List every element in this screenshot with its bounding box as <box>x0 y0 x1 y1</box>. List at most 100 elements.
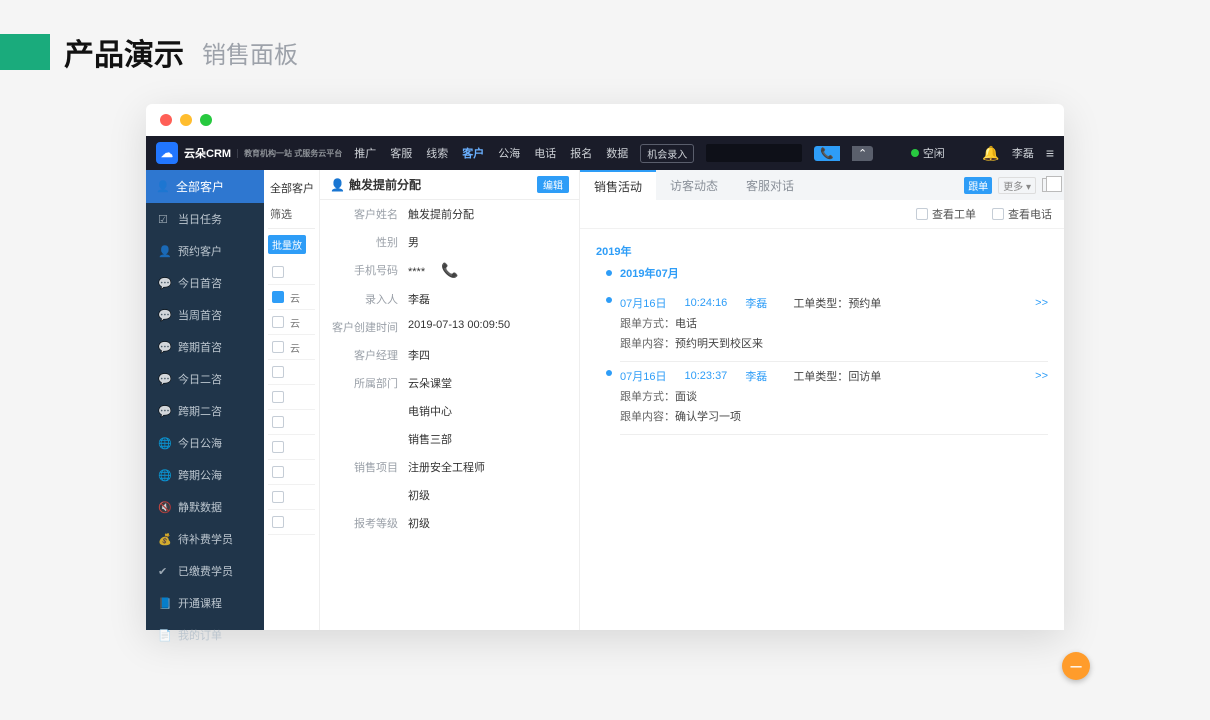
field-value: 李磊 <box>408 291 569 307</box>
nav-signup[interactable]: 报名 <box>570 145 592 161</box>
nav-data[interactable]: 数据 <box>606 145 628 161</box>
nav-leads[interactable]: 线索 <box>426 145 448 161</box>
list-row[interactable]: 云 <box>268 310 315 335</box>
list-row[interactable] <box>268 485 315 510</box>
activity-filters: 查看工单 查看电话 <box>580 200 1064 229</box>
list-row[interactable] <box>268 460 315 485</box>
bulk-release-button[interactable]: 批量放 <box>268 235 306 254</box>
list-cell: 云 <box>290 315 300 330</box>
chat-icon: 💬 <box>158 341 170 354</box>
sidebar-item-paid[interactable]: ✔已缴费学员 <box>146 555 264 587</box>
more-button[interactable]: 更多 ▾ <box>998 177 1036 194</box>
entry-date: 07月16日 <box>620 295 666 311</box>
nav-customers[interactable]: 客户 <box>462 145 484 161</box>
checkbox[interactable] <box>272 266 284 278</box>
sidebar-item-courses[interactable]: 📘开通课程 <box>146 587 264 619</box>
bell-icon[interactable]: 🔔 <box>982 145 999 162</box>
tab-visitor[interactable]: 访客动态 <box>656 170 732 200</box>
field-value: 注册安全工程师 <box>408 459 569 475</box>
checkbox[interactable] <box>272 341 284 353</box>
copy-icon[interactable] <box>1042 178 1056 192</box>
brand-subtitle: 教育机构一站 式服务云平台 <box>237 149 342 158</box>
activity-panel: 销售活动 访客动态 客服对话 跟单 更多 ▾ 查看工单 查看电话 2019年 2… <box>580 170 1064 630</box>
list-row[interactable] <box>268 410 315 435</box>
nav-public[interactable]: 公海 <box>498 145 520 161</box>
user-icon: 👤 <box>156 180 168 193</box>
field-value: 销售三部 <box>408 431 569 447</box>
checkbox[interactable] <box>272 441 284 453</box>
checkbox[interactable] <box>272 466 284 478</box>
list-header-row[interactable] <box>268 260 315 285</box>
brand-text: 云朵CRM <box>184 145 231 161</box>
field-label: 客户姓名 <box>330 206 408 222</box>
nav-service[interactable]: 客服 <box>390 145 412 161</box>
hangup-button[interactable]: ⌃ <box>852 146 873 161</box>
call-button[interactable]: 📞 <box>814 146 840 161</box>
minimize-icon[interactable] <box>180 114 192 126</box>
detail-header: 👤 触发提前分配 编辑 <box>320 170 579 200</box>
expand-icon[interactable]: >> <box>1035 370 1048 382</box>
expand-icon[interactable]: >> <box>1035 297 1048 309</box>
activity-tabs: 销售活动 访客动态 客服对话 跟单 更多 ▾ <box>580 170 1064 200</box>
checkbox[interactable] <box>272 291 284 303</box>
filter-view-call[interactable]: 查看电话 <box>992 206 1052 222</box>
sidebar-header[interactable]: 👤 全部客户 <box>146 170 264 203</box>
mute-icon: 🔇 <box>158 501 170 514</box>
tab-sales-activity[interactable]: 销售活动 <box>580 170 656 200</box>
follow-button[interactable]: 跟单 <box>964 177 992 194</box>
list-cell: 云 <box>290 290 300 305</box>
maximize-icon[interactable] <box>200 114 212 126</box>
customer-list-column: 全部客户 筛选 批量放 云 云 云 <box>264 170 320 630</box>
list-row[interactable] <box>268 360 315 385</box>
sidebar-item-cross-second[interactable]: 💬跨期二咨 <box>146 395 264 427</box>
list-row[interactable]: 云 <box>268 335 315 360</box>
search-input[interactable] <box>706 144 802 162</box>
call-icon[interactable]: 📞 <box>441 262 458 278</box>
list-row[interactable] <box>268 385 315 410</box>
checkbox[interactable] <box>272 416 284 428</box>
list-row[interactable] <box>268 435 315 460</box>
edit-button[interactable]: 编辑 <box>537 176 569 193</box>
sidebar-item-cross-public[interactable]: 🌐跨期公海 <box>146 459 264 491</box>
tab-service-chat[interactable]: 客服对话 <box>732 170 808 200</box>
checkbox[interactable] <box>916 208 928 220</box>
sidebar-item-label: 我的订单 <box>178 627 222 643</box>
field-label <box>330 487 408 503</box>
person-icon: 👤 <box>330 178 345 192</box>
list-filter[interactable]: 筛选 <box>268 200 315 229</box>
sidebar-item-week-first[interactable]: 💬当周首咨 <box>146 299 264 331</box>
sidebar-item-today-task[interactable]: ☑当日任务 <box>146 203 264 235</box>
sidebar-item-today-public[interactable]: 🌐今日公海 <box>146 427 264 459</box>
entry-type: 工单类型：回访单 <box>793 368 881 384</box>
checkbox[interactable] <box>272 366 284 378</box>
sidebar-item-label: 跨期首咨 <box>178 339 222 355</box>
nav-phone[interactable]: 电话 <box>534 145 556 161</box>
list-row[interactable] <box>268 510 315 535</box>
nav-promotion[interactable]: 推广 <box>354 145 376 161</box>
sidebar-item-pending-fee[interactable]: 💰待补费学员 <box>146 523 264 555</box>
fab-button[interactable]: – <box>1062 652 1090 680</box>
sidebar-item-silent[interactable]: 🔇静默数据 <box>146 491 264 523</box>
checkbox[interactable] <box>272 316 284 328</box>
sidebar-item-today-first[interactable]: 💬今日首咨 <box>146 267 264 299</box>
field-value: 李四 <box>408 347 569 363</box>
sidebar-item-orders[interactable]: 📄我的订单 <box>146 619 264 651</box>
menu-icon[interactable]: ≡ <box>1046 145 1054 161</box>
checkbox[interactable] <box>272 516 284 528</box>
entry-date: 07月16日 <box>620 368 666 384</box>
checkbox[interactable] <box>272 491 284 503</box>
list-row[interactable]: 云 <box>268 285 315 310</box>
entry-method: 跟单方式：电话 <box>620 315 1048 331</box>
page-header: 产品演示 销售面板 <box>0 0 1210 84</box>
sidebar-item-today-second[interactable]: 💬今日二咨 <box>146 363 264 395</box>
field-label <box>330 431 408 447</box>
checkbox[interactable] <box>272 391 284 403</box>
sidebar-item-cross-first[interactable]: 💬 跨期首咨 <box>146 331 264 363</box>
filter-view-ticket[interactable]: 查看工单 <box>916 206 976 222</box>
checkbox[interactable] <box>992 208 1004 220</box>
opportunity-entry-button[interactable]: 机会录入 <box>640 144 694 163</box>
sidebar-item-appointment[interactable]: 👤预约客户 <box>146 235 264 267</box>
current-user[interactable]: 李磊 <box>1012 145 1034 161</box>
field-label: 销售项目 <box>330 459 408 475</box>
close-icon[interactable] <box>160 114 172 126</box>
